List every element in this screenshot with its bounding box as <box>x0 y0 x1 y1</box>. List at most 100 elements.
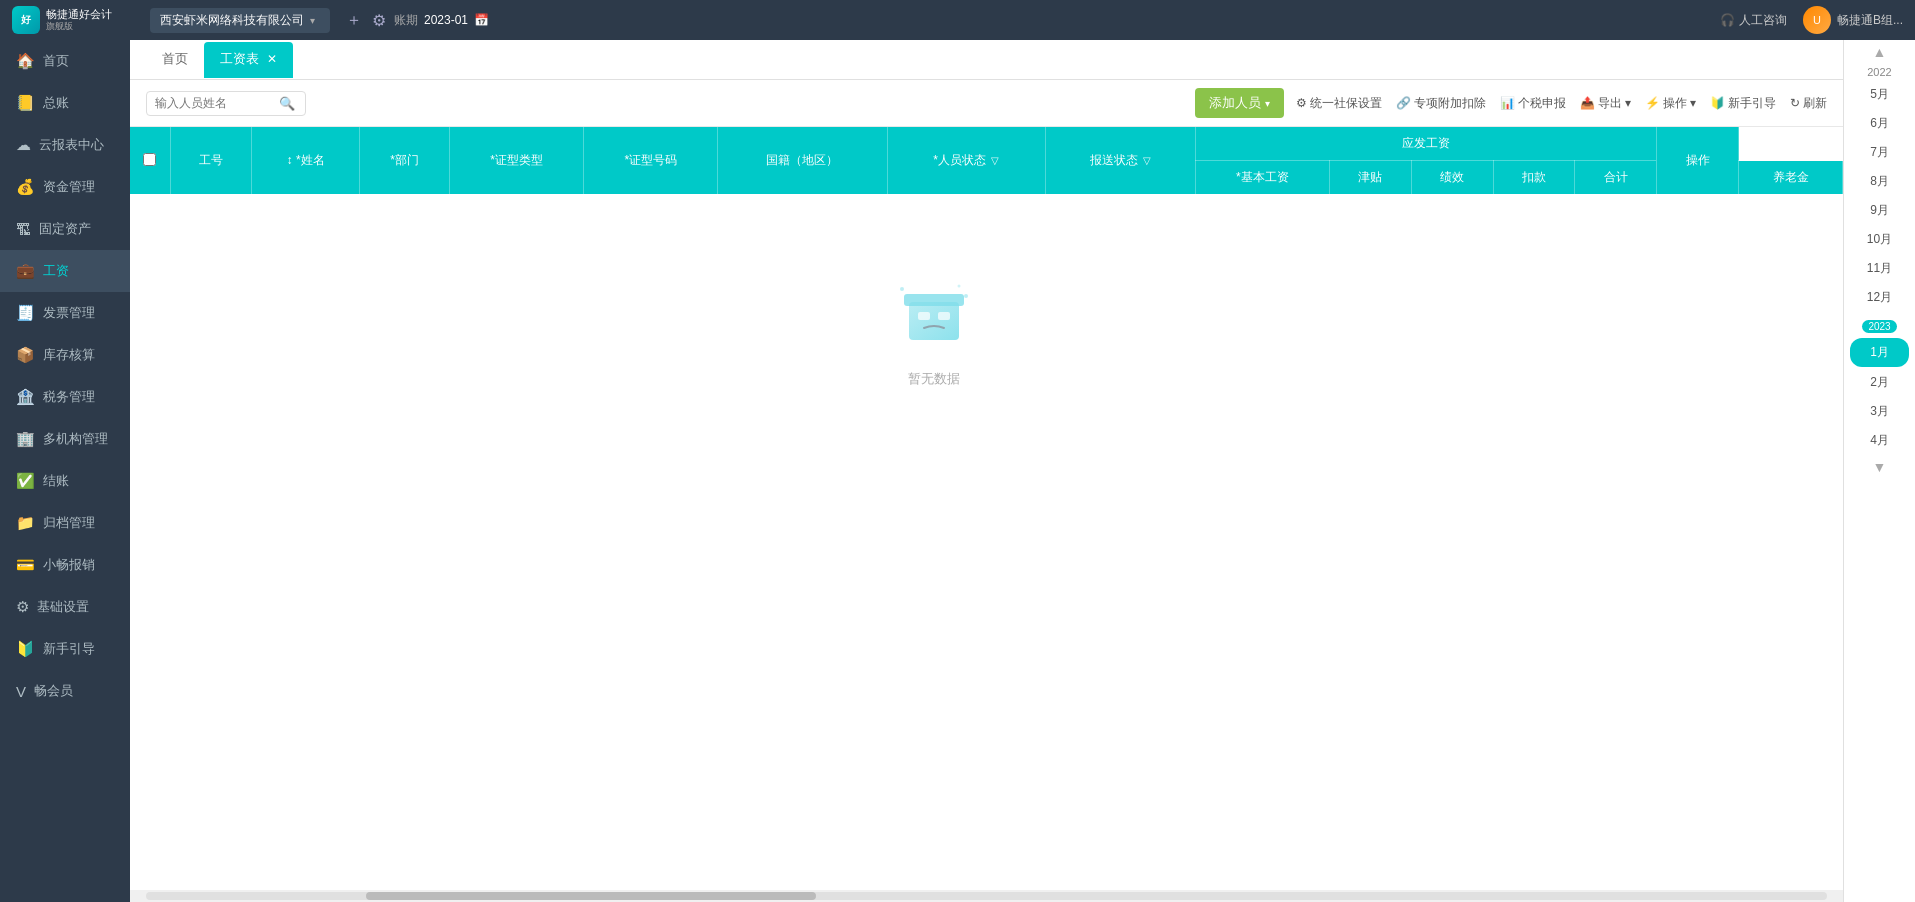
month-item-2022-12[interactable]: 12月 <box>1844 283 1915 312</box>
sidebar-item-label: 畅会员 <box>34 682 73 700</box>
headset-icon: 🎧 <box>1720 13 1735 27</box>
sidebar-item-label: 工资 <box>43 262 69 280</box>
tab-bar: 首页 工资表 ✕ <box>130 40 1843 80</box>
guide-button[interactable]: 🔰 新手引导 <box>1710 95 1776 112</box>
social-security-button[interactable]: ⚙ 统一社保设置 <box>1296 95 1382 112</box>
month-item-2022-9[interactable]: 9月 <box>1844 196 1915 225</box>
scrollbar-thumb[interactable] <box>366 892 816 900</box>
company-selector[interactable]: 西安虾米网络科技有限公司 ▾ <box>150 8 330 33</box>
sidebar-item-ledger[interactable]: 📒 总账 <box>0 82 130 124</box>
sidebar-item-settings[interactable]: ⚙ 基础设置 <box>0 586 130 628</box>
col-pension: 养老金 <box>1739 161 1843 195</box>
search-wrap[interactable]: 🔍 <box>146 91 306 116</box>
sidebar-item-home[interactable]: 🏠 首页 <box>0 40 130 82</box>
sidebar-item-member[interactable]: V 畅会员 <box>0 670 130 712</box>
export-button[interactable]: 📤 导出 ▾ <box>1580 95 1631 112</box>
month-item-2023-3[interactable]: 3月 <box>1844 397 1915 426</box>
tab-close-icon[interactable]: ✕ <box>267 52 277 66</box>
social-security-icon: ⚙ <box>1296 96 1307 110</box>
org-icon: 🏢 <box>16 430 35 448</box>
add-person-button[interactable]: 添加人员 ▾ <box>1195 88 1284 118</box>
support-button[interactable]: 🎧 人工咨询 <box>1720 12 1787 29</box>
settings-icon[interactable]: ⚙ <box>372 11 386 30</box>
tab-salary[interactable]: 工资表 ✕ <box>204 42 293 78</box>
calendar-icon[interactable]: 📅 <box>474 13 489 27</box>
month-item-2022-11[interactable]: 11月 <box>1844 254 1915 283</box>
year-2023-badge: 2023 <box>1862 320 1896 333</box>
operation-button[interactable]: ⚡ 操作 ▾ <box>1645 95 1696 112</box>
sidebar-item-archive[interactable]: 📁 归档管理 <box>0 502 130 544</box>
avatar: U <box>1803 6 1831 34</box>
month-item-2022-10[interactable]: 10月 <box>1844 225 1915 254</box>
col-dept: *部门 <box>359 127 449 194</box>
toolbar-actions: ⚙ 统一社保设置 🔗 专项附加扣除 📊 个税申报 📤 导出 ▾ ⚡ <box>1296 95 1827 112</box>
sidebar-item-guide[interactable]: 🔰 新手引导 <box>0 628 130 670</box>
sidebar-item-fund[interactable]: 💰 资金管理 <box>0 166 130 208</box>
assets-icon: 🏗 <box>16 221 31 238</box>
logo-text: 畅捷通好会计 旗舰版 <box>46 8 112 32</box>
sidebar-item-tax[interactable]: 🏦 税务管理 <box>0 376 130 418</box>
header-actions: ＋ ⚙ <box>346 10 386 31</box>
refresh-button[interactable]: ↻ 刷新 <box>1790 95 1827 112</box>
month-item-2023-2[interactable]: 2月 <box>1844 368 1915 397</box>
tax-report-button[interactable]: 📊 个税申报 <box>1500 95 1566 112</box>
user-name: 畅捷通B组... <box>1837 12 1903 29</box>
invoice-icon: 🧾 <box>16 304 35 322</box>
ledger-icon: 📒 <box>16 94 35 112</box>
expense-icon: 💳 <box>16 556 35 574</box>
month-item-2023-4[interactable]: 4月 <box>1844 426 1915 455</box>
deduction-icon: 🔗 <box>1396 96 1411 110</box>
fund-icon: 💰 <box>16 178 35 196</box>
logo-area: 好 畅捷通好会计 旗舰版 <box>12 6 142 34</box>
sidebar-item-invoice[interactable]: 🧾 发票管理 <box>0 292 130 334</box>
scrollbar-area[interactable] <box>130 890 1843 902</box>
add-button[interactable]: ＋ <box>346 10 362 31</box>
month-item-2022-5[interactable]: 5月 <box>1844 80 1915 109</box>
toolbar: 🔍 添加人员 ▾ ⚙ 统一社保设置 🔗 专项附加扣除 📊 个税申报 <box>130 80 1843 127</box>
sidebar-item-salary[interactable]: 💼 工资 <box>0 250 130 292</box>
col-ops: 操作 <box>1657 127 1739 194</box>
svg-rect-1 <box>904 294 964 306</box>
col-name: ↕ *姓名 <box>252 127 359 194</box>
tab-home[interactable]: 首页 <box>146 42 204 78</box>
salary-table: 工号 ↕ *姓名 *部门 *证型类型 *证型号码 国籍（地区） *人员状态 ▽ … <box>130 127 1843 468</box>
deduction-button[interactable]: 🔗 专项附加扣除 <box>1396 95 1486 112</box>
empty-text: 暂无数据 <box>908 370 960 388</box>
sidebar-item-label: 基础设置 <box>37 598 89 616</box>
operation-dropdown-icon: ▾ <box>1690 96 1696 110</box>
col-allowance: 津贴 <box>1329 161 1411 195</box>
main-layout: 🏠 首页 📒 总账 ☁ 云报表中心 💰 资金管理 🏗 固定资产 💼 工资 🧾 发… <box>0 40 1915 902</box>
export-dropdown-icon: ▾ <box>1625 96 1631 110</box>
dropdown-arrow-icon: ▾ <box>1265 98 1270 109</box>
tax-icon: 🏦 <box>16 388 35 406</box>
inventory-icon: 📦 <box>16 346 35 364</box>
tax-report-icon: 📊 <box>1500 96 1515 110</box>
sidebar-item-inventory[interactable]: 📦 库存核算 <box>0 334 130 376</box>
period-area: 账期 2023-01 📅 <box>394 12 489 29</box>
col-payroll-group: 应发工资 <box>1195 127 1657 161</box>
month-item-2022-8[interactable]: 8月 <box>1844 167 1915 196</box>
month-item-2022-6[interactable]: 6月 <box>1844 109 1915 138</box>
sidebar-item-label: 总账 <box>43 94 69 112</box>
sidebar-item-cloud-report[interactable]: ☁ 云报表中心 <box>0 124 130 166</box>
sidebar-item-multi-org[interactable]: 🏢 多机构管理 <box>0 418 130 460</box>
sidebar-item-settle[interactable]: ✅ 结账 <box>0 460 130 502</box>
sidebar-item-fixed-assets[interactable]: 🏗 固定资产 <box>0 208 130 250</box>
month-nav-down[interactable]: ▼ <box>1844 455 1915 479</box>
sidebar-item-label: 固定资产 <box>39 220 91 238</box>
month-item-2022-7[interactable]: 7月 <box>1844 138 1915 167</box>
sidebar-item-label: 税务管理 <box>43 388 95 406</box>
month-item-2023-1[interactable]: 1月 <box>1850 338 1909 367</box>
user-area[interactable]: U 畅捷通B组... <box>1803 6 1903 34</box>
col-report-status: 报送状态 ▽ <box>1045 127 1195 194</box>
col-country: 国籍（地区） <box>718 127 887 194</box>
select-all-checkbox[interactable] <box>143 153 156 166</box>
sidebar-item-expense[interactable]: 💳 小畅报销 <box>0 544 130 586</box>
col-cert-no: *证型号码 <box>584 127 718 194</box>
col-checkbox[interactable] <box>130 127 170 194</box>
sidebar-item-label: 发票管理 <box>43 304 95 322</box>
guide-icon: 🔰 <box>16 640 35 658</box>
content-area: 首页 工资表 ✕ 🔍 添加人员 ▾ ⚙ 统一社保设置 <box>130 40 1843 902</box>
month-nav-up[interactable]: ▲ <box>1844 40 1915 64</box>
search-input[interactable] <box>155 96 275 110</box>
